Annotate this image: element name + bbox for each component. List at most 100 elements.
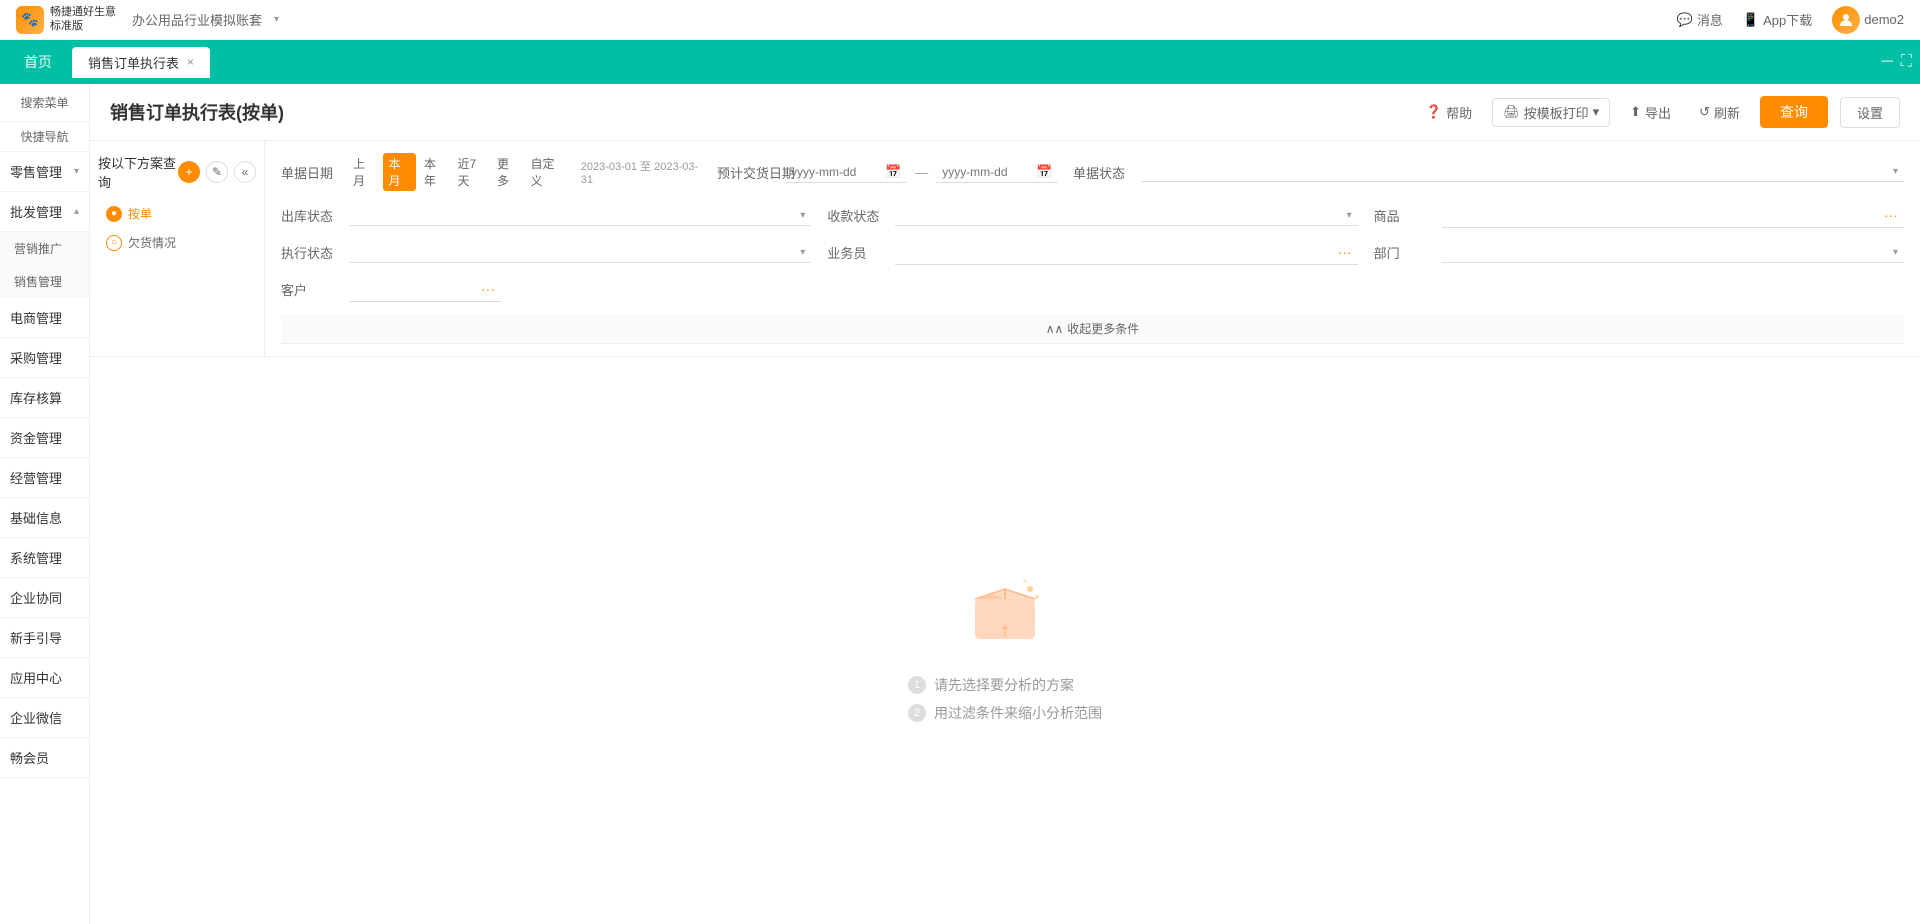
app-download-icon: 📱: [1743, 12, 1759, 28]
expected-date-end-wrap: 📅: [936, 162, 1058, 183]
salesperson-label: 业务员: [827, 243, 887, 262]
sidebar-item-guide[interactable]: 新手引导: [0, 618, 89, 658]
logo-text: 畅捷通好生意 标准版: [50, 6, 116, 32]
status-label: 单据状态: [1073, 163, 1133, 182]
sidebar-label-enterprise: 企业协同: [10, 588, 62, 607]
system-dropdown-arrow[interactable]: ▾: [274, 14, 279, 25]
hint-num-1: 1: [908, 676, 926, 694]
date-tab-this-year[interactable]: 本年: [420, 153, 450, 191]
filter-row-3: 执行状态 ▾ 业务员 ··· 部门: [281, 240, 1904, 265]
page-title: 销售订单执行表(按单): [110, 99, 284, 125]
page-actions: ❓ 帮助 🖨 按模板打印 ▾ ⬆ 导出 ↺ 刷新 查询 设置: [1418, 96, 1900, 128]
expected-date-start-wrap: 📅: [785, 162, 907, 183]
filter-collapse-button[interactable]: «: [234, 161, 256, 183]
sidebar-item-system[interactable]: 系统管理: [0, 538, 89, 578]
sidebar-label-inventory: 库存核算: [10, 388, 62, 407]
date-tab-custom[interactable]: 自定义: [526, 153, 566, 191]
sidebar-item-search[interactable]: 搜索菜单: [0, 84, 89, 122]
filter-field-customer: 客户 ···: [281, 277, 501, 302]
exec-arrow: ▾: [800, 247, 805, 258]
expected-date-label: 预计交货日期: [717, 163, 777, 182]
department-label: 部门: [1374, 243, 1434, 262]
empty-text: 1 请先选择要分析的方案 2 用过滤条件来缩小分析范围: [908, 675, 1102, 723]
date-tab-last-month[interactable]: 上月: [349, 153, 379, 191]
payment-select[interactable]: ▾: [895, 206, 1357, 226]
refresh-button[interactable]: ↺ 刷新: [1691, 99, 1748, 126]
hint-text-1: 请先选择要分析的方案: [934, 675, 1074, 695]
department-select[interactable]: ▾: [1442, 243, 1904, 263]
sidebar-item-sales-mgmt[interactable]: 销售管理: [0, 265, 89, 298]
svg-text:↑: ↑: [1000, 620, 1010, 642]
settings-button[interactable]: 设置: [1840, 97, 1900, 128]
message-button[interactable]: 💬 消息: [1677, 10, 1723, 29]
customer-select[interactable]: ···: [349, 277, 501, 302]
filter-scheme-label-按单: 按单: [128, 205, 152, 222]
print-button[interactable]: 🖨 按模板打印 ▾: [1492, 98, 1610, 127]
sidebar-item-wholesale[interactable]: 批发管理 ▴: [0, 192, 89, 232]
active-scheme-dot: ●: [106, 206, 122, 222]
filter-sidebar-icons: + ✎ «: [178, 161, 256, 183]
top-header-left: 🐾 畅捷通好生意 标准版 办公用品行业模拟账套 ▾: [16, 6, 279, 34]
filter-row-2: 出库状态 ▾ 收款状态 ▾ 商品: [281, 203, 1904, 228]
date-tab-more[interactable]: 更多: [493, 153, 523, 191]
filter-main: 单据日期 上月 本月 本年 近7天 更多 自定义 2023-03-01 至 20…: [265, 141, 1920, 356]
user-menu[interactable]: demo2: [1832, 6, 1904, 34]
filter-add-button[interactable]: +: [178, 161, 200, 183]
chevron-up-icon: ∧∧: [1046, 322, 1064, 336]
sidebar-item-inventory[interactable]: 库存核算: [0, 378, 89, 418]
date-tab-this-month[interactable]: 本月: [383, 153, 417, 191]
sidebar-item-operations[interactable]: 经营管理: [0, 458, 89, 498]
warehouse-select[interactable]: ▾: [349, 206, 811, 226]
goods-select[interactable]: ···: [1442, 203, 1904, 228]
sidebar-item-membership[interactable]: 畅会员: [0, 738, 89, 778]
sidebar-item-finance[interactable]: 资金管理: [0, 418, 89, 458]
tab-close-button[interactable]: ×: [187, 55, 194, 69]
message-label: 消息: [1697, 10, 1723, 29]
tab-active[interactable]: 销售订单执行表 ×: [72, 47, 210, 78]
data-area: ↑ 1 请先选择要分析的方案 2 用过滤条件来缩小分析范围: [90, 357, 1920, 924]
hint-text-2: 用过滤条件来缩小分析范围: [934, 703, 1102, 723]
sidebar-item-nav[interactable]: 快捷导航: [0, 122, 89, 152]
calendar-end-icon: 📅: [1036, 164, 1052, 180]
sidebar-item-wechat[interactable]: 企业微信: [0, 698, 89, 738]
status-select-arrow: ▾: [1893, 166, 1898, 177]
filter-edit-button[interactable]: ✎: [206, 161, 228, 183]
customer-label: 客户: [281, 280, 341, 299]
app-download-button[interactable]: 📱 App下载: [1743, 10, 1812, 29]
tab-minimize-icon[interactable]: ─: [1881, 53, 1892, 71]
salesperson-select[interactable]: ···: [895, 240, 1357, 265]
exec-select[interactable]: ▾: [349, 243, 811, 263]
filter-field-payment: 收款状态 ▾: [827, 206, 1357, 226]
status-select[interactable]: ▾: [1141, 162, 1904, 182]
sidebar-item-apps[interactable]: 应用中心: [0, 658, 89, 698]
logo-area[interactable]: 🐾 畅捷通好生意 标准版: [16, 6, 116, 34]
help-button[interactable]: ❓ 帮助: [1418, 99, 1480, 126]
export-button[interactable]: ⬆ 导出: [1622, 99, 1679, 126]
customer-dots-icon[interactable]: ···: [481, 281, 495, 297]
tab-maximize-icon[interactable]: ⛶: [1901, 53, 1912, 71]
sidebar-item-basic-info[interactable]: 基础信息: [0, 498, 89, 538]
sidebar-item-ecommerce[interactable]: 电商管理: [0, 298, 89, 338]
sidebar-item-retail[interactable]: 零售管理 ▾: [0, 152, 89, 192]
collapse-button[interactable]: ∧∧ 收起更多条件: [1046, 320, 1140, 337]
goods-dots-icon[interactable]: ···: [1884, 207, 1898, 223]
query-button[interactable]: 查询: [1760, 96, 1828, 128]
warehouse-label: 出库状态: [281, 206, 341, 225]
salesperson-dots-icon[interactable]: ···: [1338, 244, 1352, 260]
filter-scheme-欠货[interactable]: ○ 欠货情况: [98, 228, 256, 257]
expected-date-start[interactable]: [791, 165, 881, 179]
filter-scheme-按单[interactable]: ● 按单: [98, 199, 256, 228]
username-label: demo2: [1864, 12, 1904, 27]
tab-home[interactable]: 首页: [8, 44, 68, 80]
filter-field-status: 单据状态 ▾: [1073, 162, 1904, 182]
date-tab-7days[interactable]: 近7天: [454, 153, 489, 191]
sidebar-item-enterprise[interactable]: 企业协同: [0, 578, 89, 618]
sidebar-label-marketing: 营销推广: [14, 240, 62, 257]
sidebar-item-marketing[interactable]: 营销推广: [0, 232, 89, 265]
filter-field-warehouse: 出库状态 ▾: [281, 206, 811, 226]
expected-date-end[interactable]: [942, 165, 1032, 179]
tab-bar-right: ─ ⛶: [1881, 53, 1912, 71]
filter-sidebar: 按以下方案查询 + ✎ « ● 按单 ○ 欠货情况: [90, 141, 265, 356]
sidebar-item-purchase[interactable]: 采购管理: [0, 338, 89, 378]
sidebar-label-retail: 零售管理: [10, 162, 62, 181]
